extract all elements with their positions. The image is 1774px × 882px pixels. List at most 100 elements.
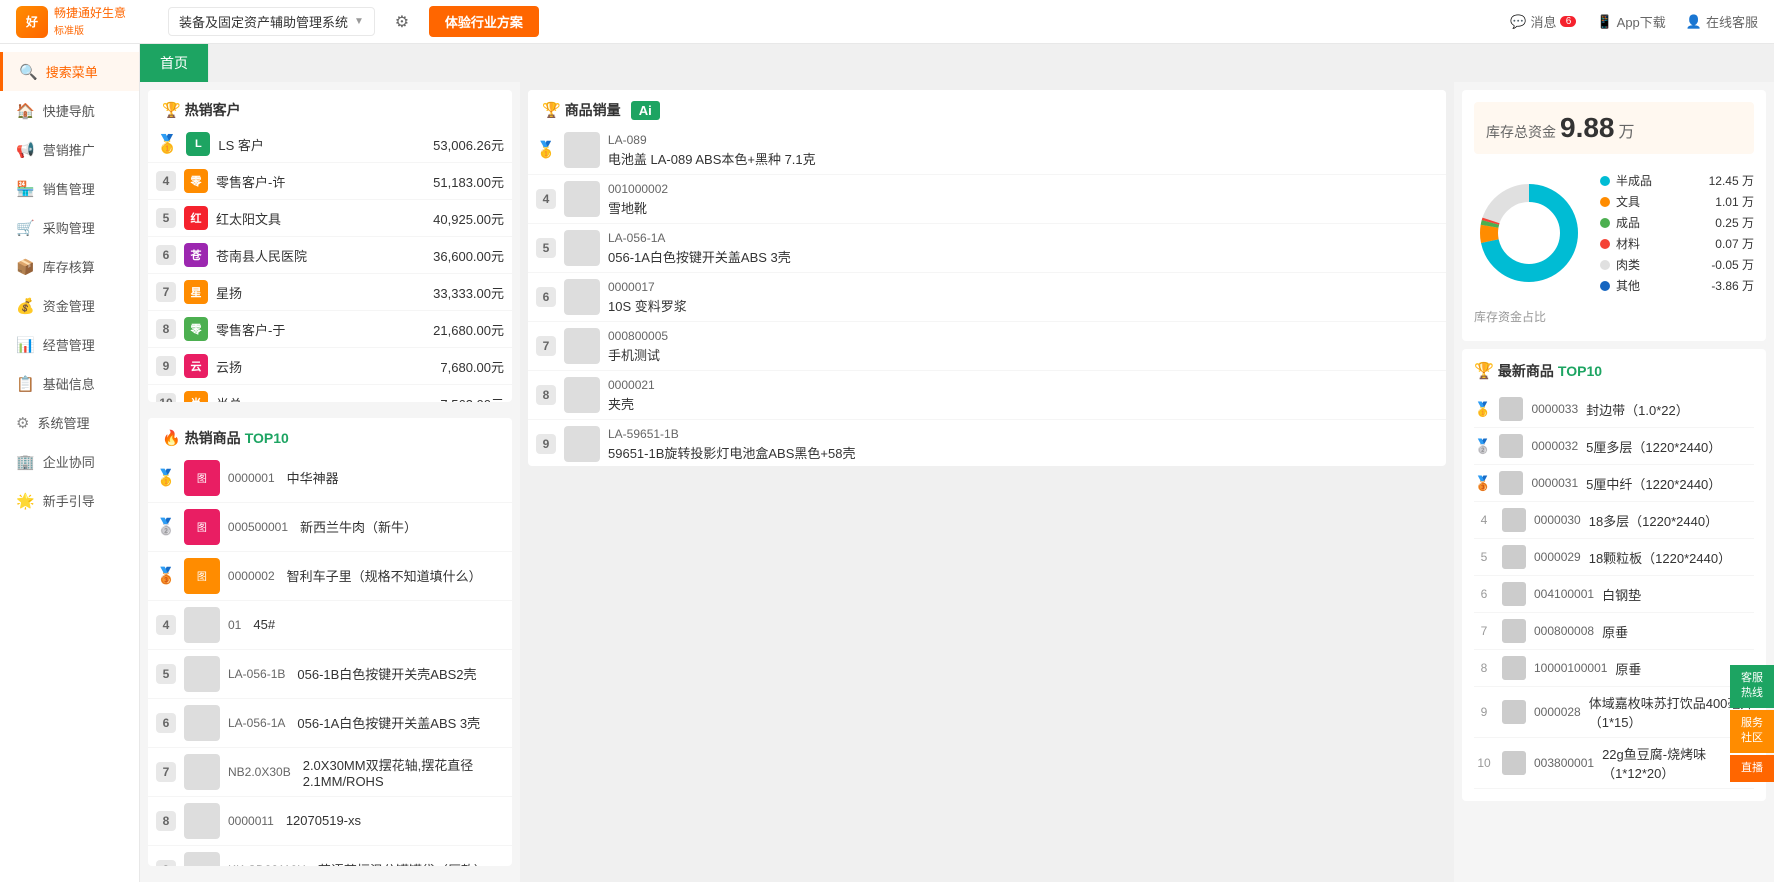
sidebar-item-system[interactable]: ⚙ 系统管理 — [0, 403, 139, 442]
service-icon: 👤 — [1686, 14, 1702, 30]
list-item: 4 001000002 雪地靴 — [528, 175, 1446, 224]
sidebar-item-finance[interactable]: 💰 资金管理 — [0, 286, 139, 325]
stock-amount: 9.88 — [1560, 112, 1615, 144]
right-panel: 库存总资金 9.88 万 — [1454, 82, 1774, 882]
list-item: 6 苍 苍南县人民医院 36,600.00元 — [148, 237, 512, 274]
finance-icon: 💰 — [16, 297, 35, 315]
home-icon: 🏠 — [16, 102, 35, 120]
products-sold-section: 🏆 商品销量 Ai 🥇 LA-089 电池盖 LA-089 ABS本色+黑种 7… — [528, 90, 1446, 466]
legend-item: 材料 0.07 万 — [1600, 233, 1754, 254]
sidebar-item-operations[interactable]: 📊 经营管理 — [0, 325, 139, 364]
list-item: 🥇 LA-089 电池盖 LA-089 ABS本色+黑种 7.1克 — [528, 126, 1446, 175]
system-selector[interactable]: 装备及固定资产辅助管理系统 ▼ — [168, 7, 375, 36]
stock-unit: 万 — [1619, 118, 1635, 142]
search-icon: 🔍 — [19, 63, 38, 81]
newest-products-card: 🏆 最新商品 TOP10 🥇 0000033 封边带（1.0*22） 🥈 — [1462, 349, 1766, 801]
main-panels: 🏆 热销客户 🥇 L LS 客户 53,006.26元 4 零 — [140, 82, 1774, 882]
guide-icon: 🌟 — [16, 492, 35, 510]
product-thumbnail — [1502, 656, 1526, 680]
product-thumbnail — [1499, 434, 1523, 458]
product-thumbnail — [564, 328, 600, 364]
sidebar-item-base[interactable]: 📋 基础信息 — [0, 364, 139, 403]
hot-products-title: 🔥 热销商品 TOP10 — [148, 418, 512, 454]
product-thumbnail — [184, 754, 220, 790]
logo-icon: 好 — [16, 6, 48, 38]
medal-silver-icon: 🥈 — [156, 517, 176, 537]
customer-service-button[interactable]: 客服 热线 — [1730, 665, 1774, 708]
legend-item: 成品 0.25 万 — [1600, 212, 1754, 233]
sidebar-item-marketing[interactable]: 📢 营销推广 — [0, 130, 139, 169]
avatar: 零 — [184, 317, 208, 341]
chevron-down-icon: ▼ — [354, 16, 364, 27]
service-community-button[interactable]: 服务 社区 — [1730, 710, 1774, 753]
stock-legend: 半成品 12.45 万 文具 1.01 万 成品 0 — [1600, 170, 1754, 296]
product-thumbnail — [184, 656, 220, 692]
product-thumbnail — [1499, 471, 1523, 495]
stock-title-label: 库存总资金 — [1486, 122, 1556, 142]
list-item: 4 零 零售客户-许 51,183.00元 — [148, 163, 512, 200]
sidebar-item-search[interactable]: 🔍 搜索菜单 — [0, 52, 139, 91]
phone-icon: 📱 — [1596, 14, 1612, 30]
list-item: 6 0000017 10S 变料罗浆 — [528, 273, 1446, 322]
product-thumbnail: 图 — [184, 558, 220, 594]
sidebar-item-purchase[interactable]: 🛒 采购管理 — [0, 208, 139, 247]
medal-gold-icon: 🥇 — [156, 468, 176, 488]
list-item: 4 01 45# — [148, 601, 512, 650]
list-item: 🥇 图 0000001 中华神器 — [148, 454, 512, 503]
sales-icon: 🏪 — [16, 180, 35, 198]
message-button[interactable]: 💬 消息 6 — [1510, 12, 1576, 31]
product-thumbnail — [564, 132, 600, 168]
live-stream-button[interactable]: 直播 — [1730, 755, 1774, 782]
gear-icon: ⚙ — [395, 12, 409, 32]
product-thumbnail — [564, 230, 600, 266]
legend-item: 文具 1.01 万 — [1600, 191, 1754, 212]
list-item: 4 0000030 18多层（1220*2440） — [1474, 502, 1754, 539]
list-item: 6 004100001 白钢垫 — [1474, 576, 1754, 613]
list-item: 10 003800001 22g鱼豆腐-烧烤味（1*12*20） — [1474, 738, 1754, 789]
avatar: 红 — [184, 206, 208, 230]
list-item: 7 NB2.0X30B 2.0X30MM双摆花轴,摆花直径2.1MM/ROHS — [148, 748, 512, 797]
avatar: L — [186, 132, 210, 156]
sidebar-item-company[interactable]: 🏢 企业协同 — [0, 442, 139, 481]
products-sold-panel: 🏆 商品销量 Ai 🥇 LA-089 电池盖 LA-089 ABS本色+黑种 7… — [520, 82, 1454, 882]
avatar: 肖 — [184, 391, 208, 402]
stock-icon: 📦 — [16, 258, 35, 276]
hot-products-section: 🔥 热销商品 TOP10 🥇 图 0000001 中华神器 🥈 — [148, 418, 512, 866]
sidebar: 🔍 搜索菜单 🏠 快捷导航 📢 营销推广 🏪 销售管理 🛒 采购管理 📦 库存核… — [0, 44, 140, 882]
list-item: 🥉 图 0000002 智利车子里（规格不知道填什么） — [148, 552, 512, 601]
online-service-button[interactable]: 👤 在线客服 — [1686, 12, 1758, 31]
logo-area: 好 畅捷通好生意 标准版 — [16, 6, 156, 38]
product-thumbnail — [564, 377, 600, 413]
product-thumbnail — [1499, 397, 1523, 421]
products-sold-title: 🏆 商品销量 Ai — [528, 90, 1446, 126]
product-thumbnail — [1502, 508, 1526, 532]
logo-text: 畅捷通好生意 标准版 — [54, 6, 126, 37]
list-item: 🥉 0000031 5厘中纤（1220*2440） — [1474, 465, 1754, 502]
operations-icon: 📊 — [16, 336, 35, 354]
list-item: 5 红 红太阳文具 40,925.00元 — [148, 200, 512, 237]
sidebar-item-stock[interactable]: 📦 库存核算 — [0, 247, 139, 286]
sidebar-item-sales[interactable]: 🏪 销售管理 — [0, 169, 139, 208]
product-thumbnail — [184, 705, 220, 741]
app-download-button[interactable]: 📱 App下载 — [1596, 12, 1665, 31]
medal-bronze-icon: 🥉 — [1474, 475, 1491, 492]
product-thumbnail — [1502, 582, 1526, 606]
tab-home[interactable]: 首页 — [140, 44, 209, 82]
products-sold-list: 🥇 LA-089 电池盖 LA-089 ABS本色+黑种 7.1克 4 — [528, 126, 1446, 466]
list-item: 🥈 0000032 5厘多层（1220*2440） — [1474, 428, 1754, 465]
trial-button[interactable]: 体验行业方案 — [429, 6, 539, 37]
settings-button[interactable]: ⚙ — [387, 7, 417, 37]
avatar: 星 — [184, 280, 208, 304]
list-item: 🥇 0000033 封边带（1.0*22） — [1474, 391, 1754, 428]
ai-badge: Ai — [631, 101, 660, 120]
header-right: 💬 消息 6 📱 App下载 👤 在线客服 — [1510, 12, 1758, 31]
medal-gold-icon: 🥇 — [1474, 401, 1491, 418]
content-area: 首页 🏆 热销客户 🥇 L LS 客户 53 — [140, 44, 1774, 882]
sidebar-item-nav[interactable]: 🏠 快捷导航 — [0, 91, 139, 130]
product-thumbnail: 图 — [184, 509, 220, 545]
list-item: 5 LA-056-1A 056-1A白色按键开关盖ABS 3壳 — [528, 224, 1446, 273]
list-item: 🥈 图 000500001 新西兰牛肉（新牛） — [148, 503, 512, 552]
product-thumbnail — [1502, 545, 1526, 569]
list-item: 9 云 云扬 7,680.00元 — [148, 348, 512, 385]
sidebar-item-guide[interactable]: 🌟 新手引导 — [0, 481, 139, 520]
